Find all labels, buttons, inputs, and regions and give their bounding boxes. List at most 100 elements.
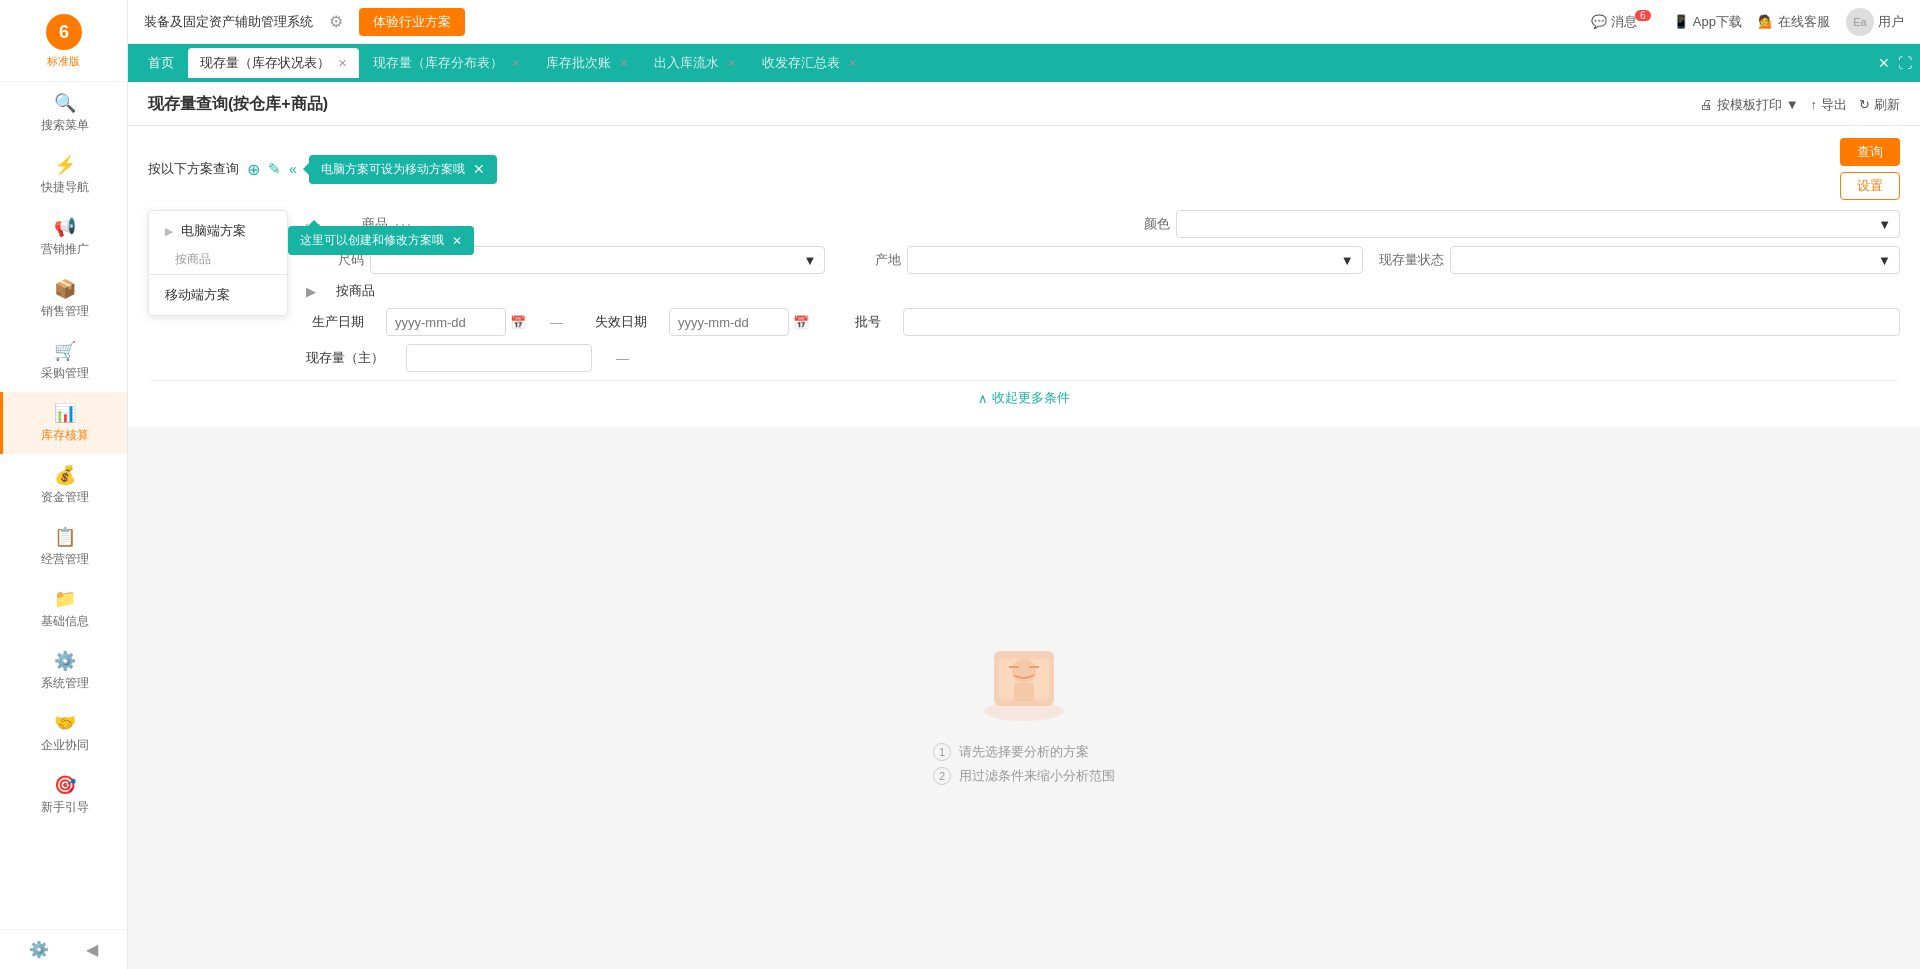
tab-batch-account[interactable]: 库存批次账 ✕ [534,48,640,78]
step-1-label: 请先选择要分析的方案 [959,743,1089,761]
scheme-sub-label: 按商品 [165,252,211,266]
tab-inventory-status[interactable]: 现存量（库存状况表） ✕ [188,48,359,78]
color-select[interactable]: ▼ [1176,210,1900,238]
tabs-close-icon[interactable]: ✕ [1878,55,1890,71]
scheme-pc-item[interactable]: ▶ 电脑端方案 [149,215,287,247]
tab-inventory-status-close[interactable]: ✕ [338,57,347,70]
sidebar-item-label: 经营管理 [41,551,89,568]
phone-icon: 📱 [1673,14,1689,29]
sidebar-item-inventory[interactable]: 📊 库存核算 [0,392,127,454]
collapse-up-icon: ∧ [978,391,988,406]
expiry-date-cell: 📅 [669,308,809,336]
color-label: 颜色 [1110,215,1170,233]
scheme-mobile-label: 移动端方案 [165,286,230,304]
scheme-arrow-icon: ▶ [165,225,173,238]
sidebar-item-basics[interactable]: 📁 基础信息 [0,578,127,640]
sidebar-item-sales[interactable]: 📦 销售管理 [0,268,127,330]
trial-industry-button[interactable]: 体验行业方案 [359,8,465,36]
tab-batch-account-close[interactable]: ✕ [619,57,628,70]
sidebar-settings-icon[interactable]: ⚙️ [29,940,49,959]
tab-in-out-flow-close[interactable]: ✕ [727,57,736,70]
search-icon: 🔍 [54,92,76,114]
sidebar-bottom: ⚙️ ◀ [0,929,127,969]
export-label: 导出 [1821,96,1847,114]
sidebar-item-search[interactable]: 🔍 搜索菜单 [0,82,127,144]
search-button[interactable]: 查询 [1840,138,1900,166]
refresh-button[interactable]: ↻ 刷新 [1859,96,1900,114]
expiry-date-cal-icon[interactable]: 📅 [793,315,809,330]
prod-date-input[interactable] [386,308,506,336]
sidebar-item-marketing[interactable]: 📢 营销推广 [0,206,127,268]
sidebar-item-label: 企业协同 [41,737,89,754]
goods-type-label: 按商品 [336,282,375,300]
purchase-icon: 🛒 [54,340,76,362]
print-label: 按模板打印 [1717,96,1782,114]
newbie-icon: 🎯 [54,774,76,796]
collapse-bar[interactable]: ∧ 收起更多条件 [148,380,1900,415]
scheme-list-panel: ▶ 电脑端方案 按商品 移动端方案 [148,210,288,316]
filter-row-4: 生产日期 📅 — 失效日期 📅 批号 [304,308,1900,336]
sidebar-item-quick[interactable]: ⚡ 快捷导航 [0,144,127,206]
tabs-bar: 首页 现存量（库存状况表） ✕ 现存量（库存分布表） ✕ 库存批次账 ✕ 出入库… [128,44,1920,82]
export-icon: ↑ [1811,97,1818,112]
filter-row-3: ▶ 按商品 [304,282,1900,300]
topbar-settings-icon[interactable]: ⚙ [329,12,343,31]
online-service-item[interactable]: 💁 在线客服 [1758,13,1830,31]
print-button[interactable]: 🖨 按模板打印 ▼ [1700,96,1799,114]
origin-select[interactable]: ▼ [907,246,1362,274]
stock-status-label: 现存量状态 [1379,251,1444,269]
avatar: Ea [1846,8,1874,36]
sidebar-item-finance[interactable]: 💰 资金管理 [0,454,127,516]
sidebar-item-enterprise[interactable]: 🤝 企业协同 [0,702,127,764]
expand-arrow-icon[interactable]: ▶ [306,284,316,299]
sidebar-item-operations[interactable]: 📋 经营管理 [0,516,127,578]
filter-cell-color: 颜色 ▼ [1110,210,1900,238]
stock-status-select[interactable]: ▼ [1450,246,1900,274]
tab-inventory-dist[interactable]: 现存量（库存分布表） ✕ [361,48,532,78]
tab-collect-summary[interactable]: 收发存汇总表 ✕ [750,48,869,78]
filter-label-row: 按以下方案查询 ⊕ ✎ « 电脑方案可设为移动方案哦 ✕ 查询 设置 [148,138,1900,200]
sidebar-item-label: 系统管理 [41,675,89,692]
tab-in-out-flow-label: 出入库流水 [654,54,719,72]
setting-button[interactable]: 设置 [1840,172,1900,200]
tab-in-out-flow[interactable]: 出入库流水 ✕ [642,48,748,78]
scheme-mobile-item[interactable]: 移动端方案 [149,279,287,311]
tooltip-pc-scheme: 电脑方案可设为移动方案哦 ✕ [309,155,497,184]
app-download-item[interactable]: 📱 App下载 [1673,13,1742,31]
sidebar-item-label: 采购管理 [41,365,89,382]
empty-steps: 1 请先选择要分析的方案 2 用过滤条件来缩小分析范围 [933,743,1115,785]
step-num-1: 1 [933,743,951,761]
left-arrow-icon[interactable]: « [289,161,297,177]
tooltip2-close[interactable]: ✕ [452,234,462,248]
tab-inventory-dist-close[interactable]: ✕ [511,57,520,70]
logo-icon: 6 [44,12,84,52]
topbar-right: 💬 消息 6 📱 App下载 💁 在线客服 Ea 用户 [1591,8,1904,36]
sidebar-item-newbie[interactable]: 🎯 新手引导 [0,764,127,826]
finance-icon: 💰 [54,464,76,486]
message-item[interactable]: 💬 消息 6 [1591,13,1657,31]
edit-scheme-icon[interactable]: ✎ [268,160,281,178]
batch-input[interactable] [903,308,1900,336]
empty-svg [964,611,1084,731]
user-item[interactable]: Ea 用户 [1846,8,1904,36]
tab-home[interactable]: 首页 [136,48,186,78]
export-button[interactable]: ↑ 导出 [1811,96,1848,114]
prod-date-cal-icon[interactable]: 📅 [510,315,526,330]
tab-home-label: 首页 [148,54,174,72]
quick-icon: ⚡ [54,154,76,176]
content-area: 现存量查询(按仓库+商品) 🖨 按模板打印 ▼ ↑ 导出 ↻ 刷新 [128,82,1920,969]
print-dropdown-icon: ▼ [1786,97,1799,112]
tabs-fullscreen-icon[interactable]: ⛶ [1898,55,1912,71]
expiry-date-input[interactable] [669,308,789,336]
sidebar-item-system[interactable]: ⚙️ 系统管理 [0,640,127,702]
sales-icon: 📦 [54,278,76,300]
tooltip-pc-close[interactable]: ✕ [473,161,485,177]
sidebar-item-purchase[interactable]: 🛒 采购管理 [0,330,127,392]
stock-main-input[interactable] [406,344,592,372]
sidebar-collapse-icon[interactable]: ◀ [86,940,98,959]
empty-step-2: 2 用过滤条件来缩小分析范围 [933,767,1115,785]
add-scheme-icon[interactable]: ⊕ [247,160,260,179]
sidebar-item-label: 快捷导航 [41,179,89,196]
system-icon: ⚙️ [54,650,76,672]
tab-collect-summary-close[interactable]: ✕ [848,57,857,70]
